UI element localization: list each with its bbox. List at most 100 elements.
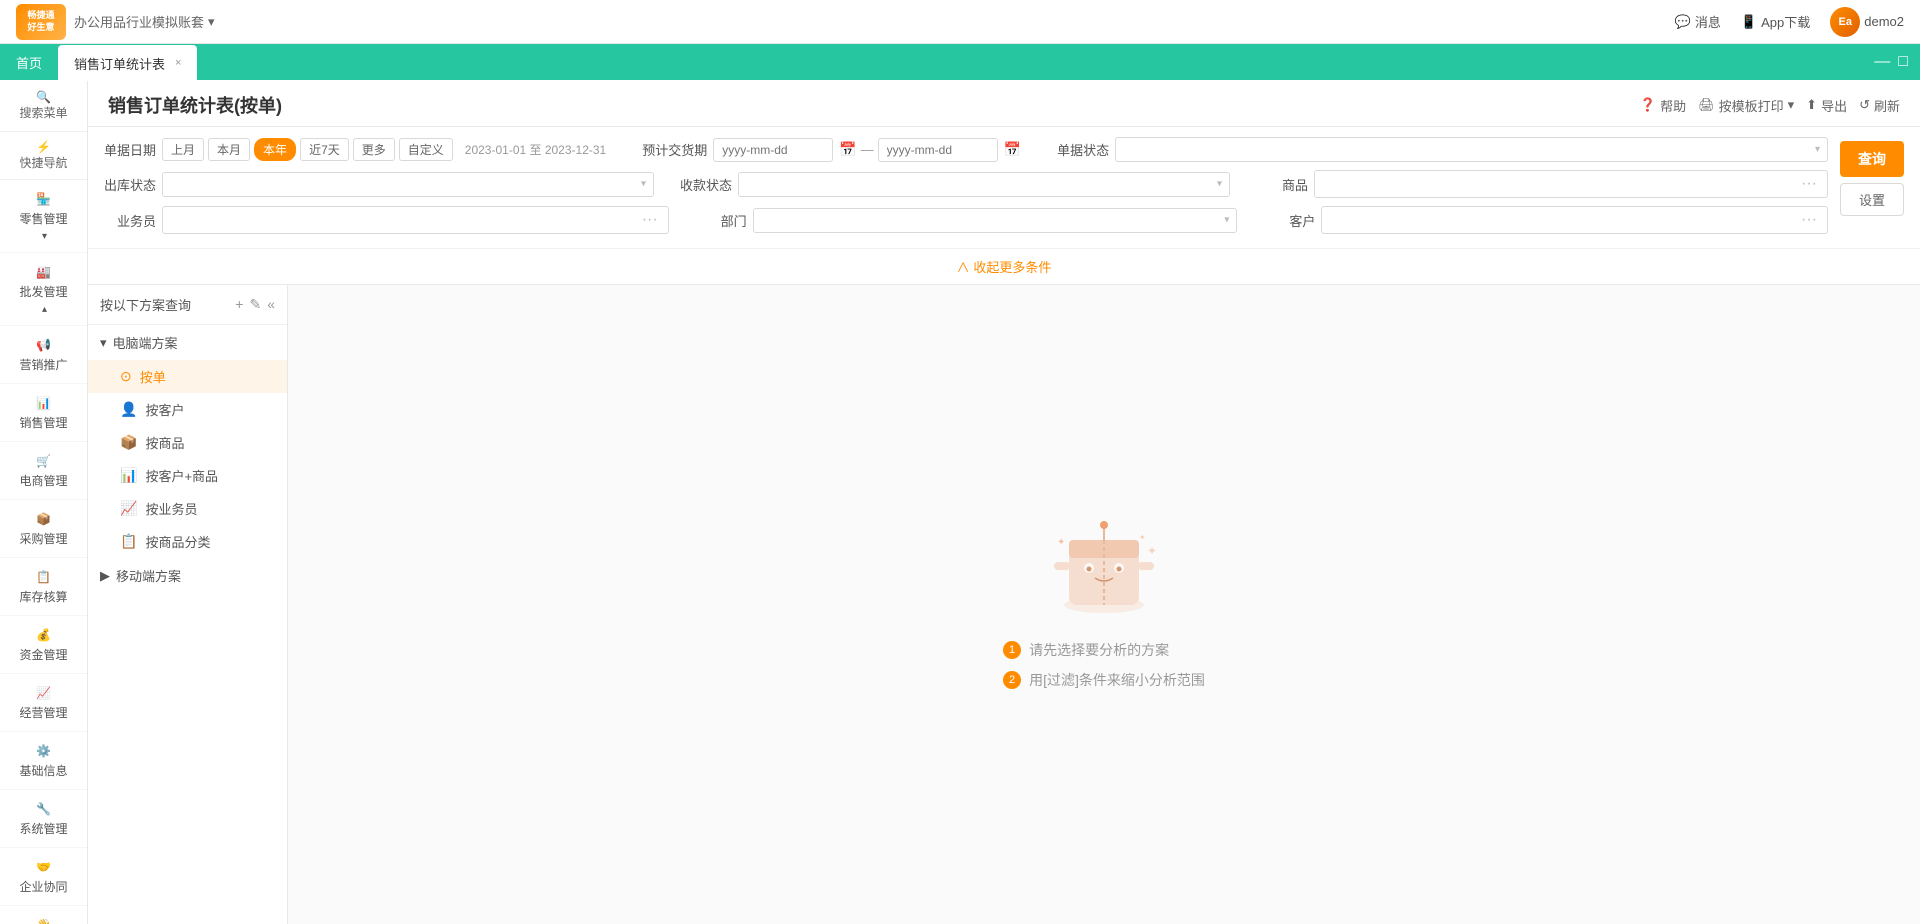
refresh-label: 刷新 [1874,96,1900,115]
sidebar-item-finance[interactable]: 💰 资金管理 [0,616,87,674]
scheme-pc-group-title[interactable]: ▾ 电脑端方案 [88,325,287,360]
salesman-more-icon[interactable]: ··· [642,211,658,229]
scheme-item-by-customer[interactable]: 👤 按客户 [88,393,287,426]
query-button[interactable]: 查询 [1840,141,1904,177]
out-status-select[interactable] [162,172,654,197]
collapse-icon: ∧ [957,260,970,275]
phone-icon: 📱 [1741,14,1757,30]
mobile-group-arrow-icon: ▶ [100,568,110,584]
receipt-status-select[interactable] [738,172,1230,197]
scheme-pc-group: ▾ 电脑端方案 ⊙ 按单 👤 按客户 📦 按商品 [88,325,287,558]
date-btn-thisyear[interactable]: 本年 [254,138,296,161]
date-btn-custom[interactable]: 自定义 [399,138,453,161]
inventory-icon: 📋 [36,570,51,584]
expected-start-input[interactable] [713,138,833,162]
scheme-item-by-salesman[interactable]: 📈 按业务员 [88,492,287,525]
customer-more-icon[interactable]: ··· [1801,211,1817,229]
sidebar-item-inventory[interactable]: 📋 库存核算 [0,558,87,616]
status-select[interactable] [1115,137,1828,162]
goods-more-icon[interactable]: ··· [1801,175,1817,193]
print-template-button[interactable]: 🖨 按模板打印 ▾ [1698,96,1794,115]
by-customer-goods-label: 按客户+商品 [145,466,218,485]
by-order-icon: ⊙ [120,368,132,385]
sidebar-item-newuser[interactable]: 👋 新手引导 [0,906,87,924]
by-salesman-label: 按业务员 [145,499,197,518]
tab-active-label: 销售订单统计表 [74,54,165,73]
print-label: 按模板打印 [1719,96,1784,115]
filter-inner: 单据日期 上月 本月 本年 近7天 更多 自定义 2023-01-01 至 20… [88,127,1920,248]
logo-line1: 畅捷通 [27,10,54,22]
purchase-icon: 📦 [36,512,51,526]
sidebar: 🔍 搜索菜单 ⚡ 快捷导航 🏪 零售管理 ▾ 🏭 批发管理 ▴ 📢 营销推广 📊… [0,80,88,924]
salesman-input[interactable]: ··· [162,206,669,234]
sidebar-item-purchase[interactable]: 📦 采购管理 [0,500,87,558]
export-button[interactable]: ⬆ 导出 [1806,96,1847,115]
sidebar-sales-label: 销售管理 [19,414,67,431]
settings-button[interactable]: 设置 [1840,183,1904,216]
print-icon: 🖨 [1698,97,1715,113]
expected-end-input[interactable] [878,138,998,162]
goods-input[interactable]: ··· [1314,170,1828,198]
add-scheme-icon[interactable]: + [235,296,243,313]
app-selector[interactable]: 办公用品行业模拟账套 ▾ [74,12,215,31]
search-icon: 🔍 [8,90,79,104]
tab-bar: 首页 销售订单统计表 × — □ [0,44,1920,80]
sidebar-quick-nav[interactable]: ⚡ 快捷导航 [0,132,87,180]
tab-sales-order-stats[interactable]: 销售订单统计表 × [58,45,197,81]
messages-button[interactable]: 💬 消息 [1675,12,1721,31]
sidebar-item-system[interactable]: 🔧 系统管理 [0,790,87,848]
goods-label: 商品 [1256,175,1308,194]
date-btn-lastmonth[interactable]: 上月 [162,138,204,161]
sidebar-item-enterprise[interactable]: 🤝 企业协同 [0,848,87,906]
scheme-header-label: 按以下方案查询 [100,295,191,314]
scheme-item-by-customer-goods[interactable]: 📊 按客户+商品 [88,459,287,492]
scheme-item-by-order[interactable]: ⊙ 按单 [88,360,287,393]
window-minimize-icon[interactable]: — [1874,53,1890,71]
by-goods-category-label: 按商品分类 [145,532,210,551]
customer-input[interactable]: ··· [1321,206,1828,234]
date-btn-more[interactable]: 更多 [353,138,395,161]
window-maximize-icon[interactable]: □ [1898,53,1908,71]
date-btn-7days[interactable]: 近7天 [300,138,349,161]
empty-tip-1: 1 请先选择要分析的方案 [1003,640,1205,660]
sidebar-item-retail[interactable]: 🏪 零售管理 ▾ [0,180,87,253]
app-download-button[interactable]: 📱 App下载 [1741,12,1810,31]
tab-home[interactable]: 首页 [0,44,58,80]
sidebar-item-operations[interactable]: 📈 经营管理 [0,674,87,732]
filter-area: 单据日期 上月 本月 本年 近7天 更多 自定义 2023-01-01 至 20… [88,127,1920,285]
top-bar-right: 💬 消息 📱 App下载 Ea demo2 [1675,7,1904,37]
sidebar-item-sales[interactable]: 📊 销售管理 [0,384,87,442]
scheme-mobile-group[interactable]: ▶ 移动端方案 [88,558,287,593]
nav-icon: ⚡ [0,140,87,154]
sidebar-wholesale-label: 批发管理 [19,283,67,300]
help-button[interactable]: ❓ 帮助 [1640,96,1686,115]
collapse-scheme-icon[interactable]: « [267,296,275,313]
filter-rows-main: 单据日期 上月 本月 本年 近7天 更多 自定义 2023-01-01 至 20… [104,137,1828,242]
dept-select-wrap: ▾ [753,208,1238,233]
sidebar-item-marketing[interactable]: 📢 营销推广 [0,326,87,384]
pc-group-arrow-icon: ▾ [100,335,107,351]
user-profile[interactable]: Ea demo2 [1830,7,1904,37]
data-area: ✦ ✦ ✦ 1 请先选择要分析的方案 2 用[过滤]条件来缩小分析范围 [288,285,1920,924]
sidebar-item-wholesale[interactable]: 🏭 批发管理 ▴ [0,253,87,326]
tab-close-icon[interactable]: × [175,57,181,69]
sidebar-ecommerce-label: 电商管理 [19,472,67,489]
by-customer-label: 按客户 [145,400,184,419]
basic-icon: ⚙️ [36,744,51,758]
sidebar-item-ecommerce[interactable]: 🛒 电商管理 [0,442,87,500]
app-download-label: App下载 [1761,12,1810,31]
sidebar-item-basic[interactable]: ⚙️ 基础信息 [0,732,87,790]
sidebar-search[interactable]: 🔍 搜索菜单 [0,80,87,132]
date-btn-thismonth[interactable]: 本月 [208,138,250,161]
scheme-item-by-goods-category[interactable]: 📋 按商品分类 [88,525,287,558]
status-label: 单据状态 [1057,140,1109,159]
sales-icon: 📊 [36,396,51,410]
by-salesman-icon: 📈 [120,500,137,517]
expected-date-label: 预计交货期 [642,140,707,159]
scheme-item-by-goods[interactable]: 📦 按商品 [88,426,287,459]
collapse-bar[interactable]: ∧ 收起更多条件 [88,248,1920,284]
refresh-button[interactable]: ↺ 刷新 [1859,96,1900,115]
main-layout: 🔍 搜索菜单 ⚡ 快捷导航 🏪 零售管理 ▾ 🏭 批发管理 ▴ 📢 营销推广 📊… [0,80,1920,924]
dept-select[interactable] [753,208,1238,233]
edit-scheme-icon[interactable]: ✎ [249,296,261,313]
